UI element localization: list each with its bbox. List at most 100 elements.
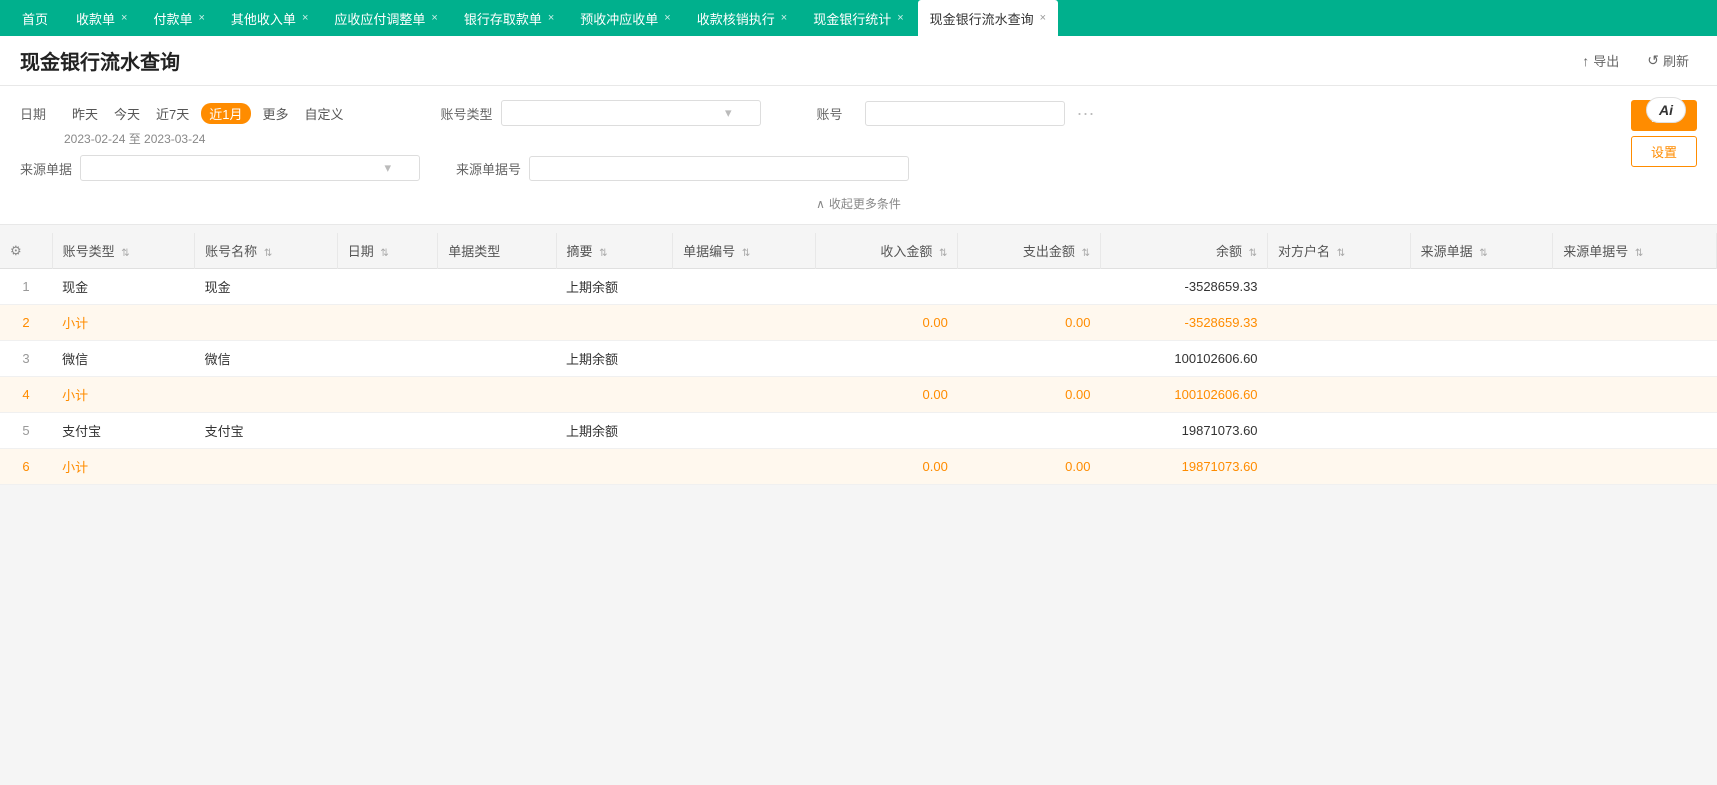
col-account-name[interactable]: 账号名称 ⇅ xyxy=(195,233,338,269)
col-income[interactable]: 收入金额 ⇅ xyxy=(815,233,958,269)
export-button[interactable]: ↑ 导出 xyxy=(1574,47,1627,74)
table-row[interactable]: 1 现金 现金 上期余额 -3528659.33 xyxy=(0,269,1717,305)
cell-account-name: 微信 xyxy=(195,341,338,377)
cell-source-doc xyxy=(1410,377,1553,413)
cell-expense: 0.00 xyxy=(958,449,1101,485)
source-doc-label: 来源单据 xyxy=(20,159,72,178)
collapse-bar[interactable]: ∧ 收起更多条件 xyxy=(20,191,1697,214)
nav-item-5[interactable]: 预收冲应收单 × xyxy=(568,0,682,36)
date-yesterday[interactable]: 昨天 xyxy=(68,103,102,124)
nav-home[interactable]: 首页 xyxy=(8,0,62,36)
close-icon-8[interactable]: × xyxy=(1040,12,1046,24)
close-icon-1[interactable]: × xyxy=(198,12,204,24)
cell-summary: 上期余额 xyxy=(556,413,673,449)
cell-income xyxy=(815,413,958,449)
sort-icon-11: ⇅ xyxy=(1479,248,1487,259)
table-row[interactable]: 2 小计 0.00 0.00 -3528659.33 xyxy=(0,305,1717,341)
cell-source-doc-num xyxy=(1553,377,1717,413)
nav-item-1[interactable]: 付款单 × xyxy=(141,0,216,36)
cell-balance: 19871073.60 xyxy=(1100,413,1267,449)
cell-income xyxy=(815,269,958,305)
date-more[interactable]: 更多 xyxy=(259,103,293,124)
sort-icon-10: ⇅ xyxy=(1337,248,1345,259)
row-num: 5 xyxy=(0,413,52,449)
date-filter-col: 日期 昨天 今天 近7天 近1月 更多 自定义 xyxy=(20,103,348,124)
close-icon-2[interactable]: × xyxy=(302,12,308,24)
sort-icon-7: ⇅ xyxy=(939,248,947,259)
data-table: ⚙ 账号类型 ⇅ 账号名称 ⇅ 日期 ⇅ 单据类型 摘要 xyxy=(0,233,1717,485)
cell-account-name: 支付宝 xyxy=(195,413,338,449)
date-custom[interactable]: 自定义 xyxy=(301,103,348,124)
date-1month[interactable]: 近1月 xyxy=(201,103,250,124)
nav-item-0[interactable]: 收款单 × xyxy=(64,0,139,36)
account-type-select[interactable]: ▾ xyxy=(501,100,761,126)
row-num: 2 xyxy=(0,305,52,341)
export-icon: ↑ xyxy=(1582,53,1589,69)
cell-doc-type xyxy=(438,269,556,305)
chevron-down-icon-2: ▾ xyxy=(384,160,391,176)
col-date[interactable]: 日期 ⇅ xyxy=(337,233,437,269)
cell-source-doc-num xyxy=(1553,305,1717,341)
col-account-type[interactable]: 账号类型 ⇅ xyxy=(52,233,195,269)
more-options-icon[interactable]: ··· xyxy=(1073,103,1099,124)
sort-icon-3: ⇅ xyxy=(380,248,388,259)
close-icon-3[interactable]: × xyxy=(431,12,437,24)
table-row[interactable]: 4 小计 0.00 0.00 100102606.60 xyxy=(0,377,1717,413)
ai-badge[interactable]: Ai xyxy=(1646,97,1686,123)
cell-balance: -3528659.33 xyxy=(1100,269,1267,305)
col-gear[interactable]: ⚙ xyxy=(0,233,52,269)
cell-counterpart xyxy=(1268,269,1411,305)
cell-account-name xyxy=(195,449,338,485)
nav-item-4[interactable]: 银行存取款单 × xyxy=(452,0,566,36)
col-expense[interactable]: 支出金额 ⇅ xyxy=(958,233,1101,269)
account-input[interactable] xyxy=(865,101,1065,126)
account-filter-col: 账号 ··· xyxy=(817,101,1099,126)
cell-account-type: 微信 xyxy=(52,341,195,377)
sort-icon-5: ⇅ xyxy=(599,248,607,259)
col-doc-num[interactable]: 单据编号 ⇅ xyxy=(673,233,816,269)
settings-button[interactable]: 设置 xyxy=(1631,136,1697,167)
close-icon-7[interactable]: × xyxy=(897,12,903,24)
source-doc-num-input[interactable] xyxy=(529,156,909,181)
close-icon-4[interactable]: × xyxy=(548,12,554,24)
nav-item-6[interactable]: 收款核销执行 × xyxy=(685,0,799,36)
col-counterpart[interactable]: 对方户名 ⇅ xyxy=(1268,233,1411,269)
nav-item-2[interactable]: 其他收入单 × xyxy=(219,0,320,36)
close-icon-6[interactable]: × xyxy=(781,12,787,24)
date-shortcuts: 昨天 今天 近7天 近1月 更多 自定义 xyxy=(68,103,348,124)
cell-doc-num xyxy=(673,413,816,449)
row-num: 3 xyxy=(0,341,52,377)
cell-counterpart xyxy=(1268,377,1411,413)
cell-balance: 100102606.60 xyxy=(1100,341,1267,377)
close-icon-0[interactable]: × xyxy=(121,12,127,24)
col-source-doc[interactable]: 来源单据 ⇅ xyxy=(1410,233,1553,269)
page-title: 现金银行流水查询 xyxy=(20,46,180,75)
cell-doc-type xyxy=(438,305,556,341)
table-row[interactable]: 5 支付宝 支付宝 上期余额 19871073.60 xyxy=(0,413,1717,449)
source-doc-select[interactable]: ▾ xyxy=(80,155,420,181)
gear-icon[interactable]: ⚙ xyxy=(10,243,22,258)
account-label: 账号 xyxy=(817,104,857,123)
cell-date xyxy=(337,449,437,485)
chevron-up-icon: ∧ xyxy=(816,197,825,211)
table-row[interactable]: 3 微信 微信 上期余额 100102606.60 xyxy=(0,341,1717,377)
date-7days[interactable]: 近7天 xyxy=(152,103,193,124)
col-balance[interactable]: 余额 ⇅ xyxy=(1100,233,1267,269)
col-source-doc-num[interactable]: 来源单据号 ⇅ xyxy=(1553,233,1717,269)
nav-item-7[interactable]: 现金银行统计 × xyxy=(801,0,915,36)
cell-doc-type xyxy=(438,377,556,413)
cell-date xyxy=(337,305,437,341)
nav-item-3[interactable]: 应收应付调整单 × xyxy=(322,0,449,36)
refresh-button[interactable]: ↺ 刷新 xyxy=(1639,47,1697,74)
date-today[interactable]: 今天 xyxy=(110,103,144,124)
table-row[interactable]: 6 小计 0.00 0.00 19871073.60 xyxy=(0,449,1717,485)
cell-counterpart xyxy=(1268,341,1411,377)
cell-source-doc xyxy=(1410,269,1553,305)
col-doc-type[interactable]: 单据类型 xyxy=(438,233,556,269)
close-icon-5[interactable]: × xyxy=(664,12,670,24)
cell-source-doc-num xyxy=(1553,413,1717,449)
col-summary[interactable]: 摘要 ⇅ xyxy=(556,233,673,269)
cell-source-doc-num xyxy=(1553,341,1717,377)
nav-item-8[interactable]: 现金银行流水查询 × xyxy=(918,0,1058,36)
cell-date xyxy=(337,341,437,377)
